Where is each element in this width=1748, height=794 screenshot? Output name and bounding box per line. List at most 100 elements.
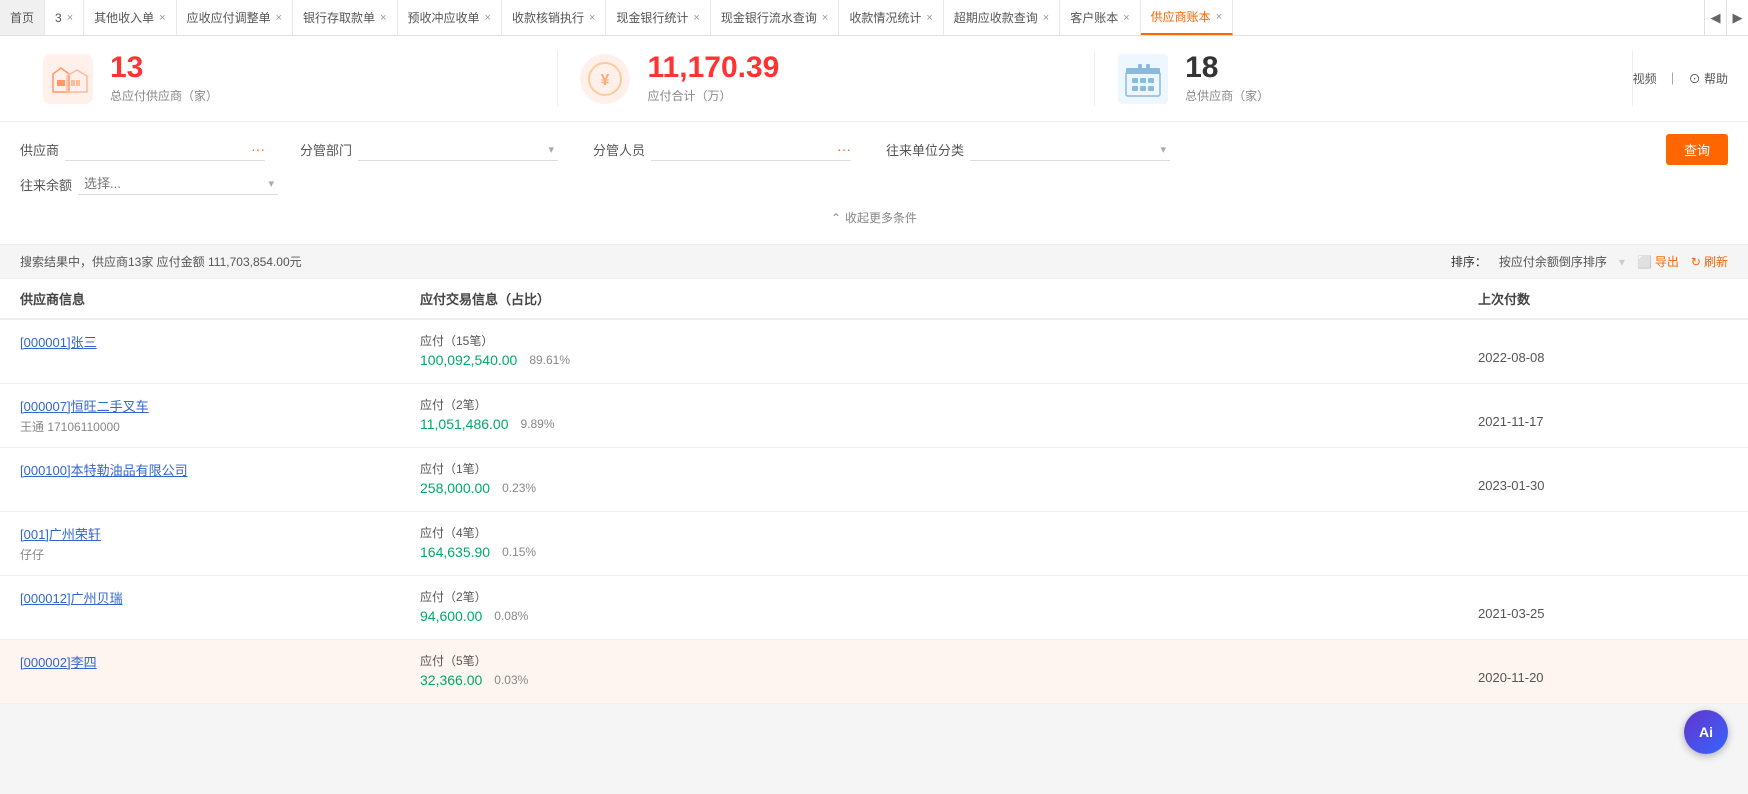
nav-tab-overdue-ar[interactable]: 超期应收款查询 × — [944, 0, 1060, 35]
supplier-input[interactable] — [65, 139, 251, 160]
dept-label: 分管部门 — [300, 140, 352, 159]
supplier-sub-4: 仔仔 — [20, 546, 420, 563]
dept-input[interactable] — [358, 139, 548, 160]
lastpay-date-1: 2022-08-08 — [1478, 332, 1728, 365]
lastpay-date-3: 2023-01-30 — [1478, 460, 1728, 493]
close-tab-overdue-ar[interactable]: × — [1043, 12, 1049, 24]
nav-tab-prepay-offset[interactable]: 预收冲应收单 × — [398, 0, 502, 35]
supplier-info-4: [001]广州荣轩 仔仔 — [20, 524, 420, 563]
refresh-button[interactable]: ↻ 刷新 — [1691, 253, 1728, 270]
tx-amount-5[interactable]: 94,600.00 — [420, 608, 482, 624]
nav-tab-supplier-ledger[interactable]: 供应商账本 × — [1141, 0, 1233, 35]
supplier-link-6[interactable]: [000002]李四 — [20, 652, 420, 671]
lastpay-date-6: 2020-11-20 — [1478, 652, 1728, 685]
supplier-ellipsis[interactable]: ··· — [251, 141, 265, 157]
supplier-dropdown[interactable]: ··· — [65, 139, 265, 161]
tx-label-3: 应付（1笔） — [420, 460, 1478, 477]
close-tab-cash-stat[interactable]: × — [693, 12, 699, 24]
person-label: 分管人员 — [593, 140, 645, 159]
export-button[interactable]: ⬜ 导出 — [1637, 253, 1679, 270]
tx-percent-1: 89.61% — [529, 353, 570, 367]
tx-info-3: 应付（1笔） 258,000.00 0.23% — [420, 460, 1478, 499]
close-tab-cash-flow[interactable]: × — [822, 12, 828, 24]
nav-next-arrow[interactable]: ▶ — [1726, 0, 1748, 36]
supplier-link-2[interactable]: [000007]恒旺二手叉车 — [20, 396, 420, 415]
tx-label-4: 应付（4笔） — [420, 524, 1478, 541]
ai-button[interactable]: Ai — [1684, 710, 1728, 754]
lastpay-4 — [1478, 524, 1728, 542]
ap-amount-icon: ¥ — [578, 51, 633, 106]
table-row: [001]广州荣轩 仔仔 应付（4笔） 164,635.90 0.15% — [0, 512, 1748, 576]
supplier-info-2: [000007]恒旺二手叉车 王通 17106110000 — [20, 396, 420, 435]
lastpay-5: 2021-03-25 — [1478, 588, 1728, 621]
tx-info-2: 应付（2笔） 11,051,486.00 9.89% — [420, 396, 1478, 435]
nav-tab-home[interactable]: 首页 — [0, 0, 45, 35]
tx-amount-3[interactable]: 258,000.00 — [420, 480, 490, 496]
tx-label-2: 应付（2笔） — [420, 396, 1478, 413]
nav-tab-receipt-stat[interactable]: 收款情况统计 × — [839, 0, 943, 35]
stat-ap-suppliers: 13 总应付供应商（家） — [20, 51, 558, 106]
tx-amount-2[interactable]: 11,051,486.00 — [420, 416, 509, 432]
tx-info-4: 应付（4笔） 164,635.90 0.15% — [420, 524, 1478, 563]
tx-percent-4: 0.15% — [502, 545, 536, 559]
nav-tab-other-income[interactable]: 其他收入单 × — [84, 0, 176, 35]
supplier-link-3[interactable]: [000100]本特勒油品有限公司 — [20, 460, 420, 479]
table-row: [000002]李四 应付（5笔） 32,366.00 0.03% 2020-1… — [0, 640, 1748, 704]
result-bar: 搜索结果中，供应商13家 应付金额 111,703,854.00元 排序： 按应… — [0, 245, 1748, 279]
tx-percent-3: 0.23% — [502, 481, 536, 495]
stat-total-suppliers: 18 总供应商（家） — [1095, 51, 1633, 106]
tx-amount-1[interactable]: 100,092,540.00 — [420, 352, 517, 368]
balance-arrow-icon[interactable]: ▾ — [268, 177, 278, 190]
total-suppliers-label: 总供应商（家） — [1185, 87, 1269, 104]
video-link[interactable]: 视频 — [1633, 70, 1657, 87]
supplier-sub-2: 王通 17106110000 — [20, 418, 420, 435]
close-tab-receipt-stat[interactable]: × — [926, 12, 932, 24]
close-tab-supplier-ledger[interactable]: × — [1216, 11, 1222, 23]
query-button[interactable]: 查询 — [1666, 134, 1728, 165]
sort-value[interactable]: 按应付余额倒序排序 — [1499, 253, 1607, 270]
nav-prev-arrow[interactable]: ◀ — [1704, 0, 1726, 36]
dept-dropdown[interactable]: ▾ — [358, 139, 558, 161]
close-tab-receipt-exec[interactable]: × — [589, 12, 595, 24]
balance-label: 往来余额 — [20, 175, 72, 194]
supplier-link-1[interactable]: [000001]张三 — [20, 332, 420, 351]
collapse-button[interactable]: ⌃ 收起更多条件 — [20, 203, 1728, 232]
supplier-label: 供应商 — [20, 140, 59, 159]
category-arrow-icon[interactable]: ▾ — [1161, 143, 1171, 156]
tx-amount-6[interactable]: 32,366.00 — [420, 672, 482, 688]
nav-tab-3[interactable]: 3 × — [45, 0, 84, 35]
tx-percent-2: 9.89% — [521, 417, 555, 431]
dept-arrow-icon[interactable]: ▾ — [549, 143, 559, 156]
supplier-info-1: [000001]张三 — [20, 332, 420, 351]
filter-person: 分管人员 ··· — [593, 139, 851, 161]
nav-tab-cash-stat[interactable]: 现金银行统计 × — [606, 0, 710, 35]
help-link[interactable]: ⊙ 帮助 — [1689, 70, 1728, 87]
supplier-link-4[interactable]: [001]广州荣轩 — [20, 524, 420, 543]
close-tab-bank-deposit[interactable]: × — [380, 12, 386, 24]
nav-tab-ar-ap-adjust[interactable]: 应收应付调整单 × — [177, 0, 293, 35]
person-dropdown[interactable]: ··· — [651, 139, 851, 161]
table-row: [000012]广州贝瑞 应付（2笔） 94,600.00 0.08% 2021… — [0, 576, 1748, 640]
category-input[interactable] — [970, 139, 1160, 160]
nav-tab-customer-ledger[interactable]: 客户账本 × — [1060, 0, 1140, 35]
filter-dept: 分管部门 ▾ — [300, 139, 558, 161]
balance-input[interactable] — [78, 173, 268, 194]
close-tab-customer-ledger[interactable]: × — [1123, 12, 1129, 24]
person-ellipsis[interactable]: ··· — [837, 141, 851, 157]
category-dropdown[interactable]: ▾ — [970, 139, 1170, 161]
stats-header: 13 总应付供应商（家） ¥ 11,170.39 应付合计（万） — [0, 36, 1748, 122]
person-input[interactable] — [651, 139, 837, 160]
close-tab-prepay-offset[interactable]: × — [485, 12, 491, 24]
close-tab-3[interactable]: × — [67, 12, 73, 24]
tx-amount-4[interactable]: 164,635.90 — [420, 544, 490, 560]
nav-tab-cash-flow[interactable]: 现金银行流水查询 × — [711, 0, 839, 35]
balance-dropdown[interactable]: ▾ — [78, 173, 278, 195]
close-tab-ar-ap-adjust[interactable]: × — [276, 12, 282, 24]
nav-tab-bank-deposit[interactable]: 银行存取款单 × — [293, 0, 397, 35]
table-row: [000007]恒旺二手叉车 王通 17106110000 应付（2笔） 11,… — [0, 384, 1748, 448]
nav-arrows: ◀ ▶ — [1704, 0, 1748, 36]
nav-tab-receipt-exec[interactable]: 收款核销执行 × — [502, 0, 606, 35]
close-tab-other-income[interactable]: × — [159, 12, 165, 24]
supplier-link-5[interactable]: [000012]广州贝瑞 — [20, 588, 420, 607]
tx-label-1: 应付（15笔） — [420, 332, 1478, 349]
